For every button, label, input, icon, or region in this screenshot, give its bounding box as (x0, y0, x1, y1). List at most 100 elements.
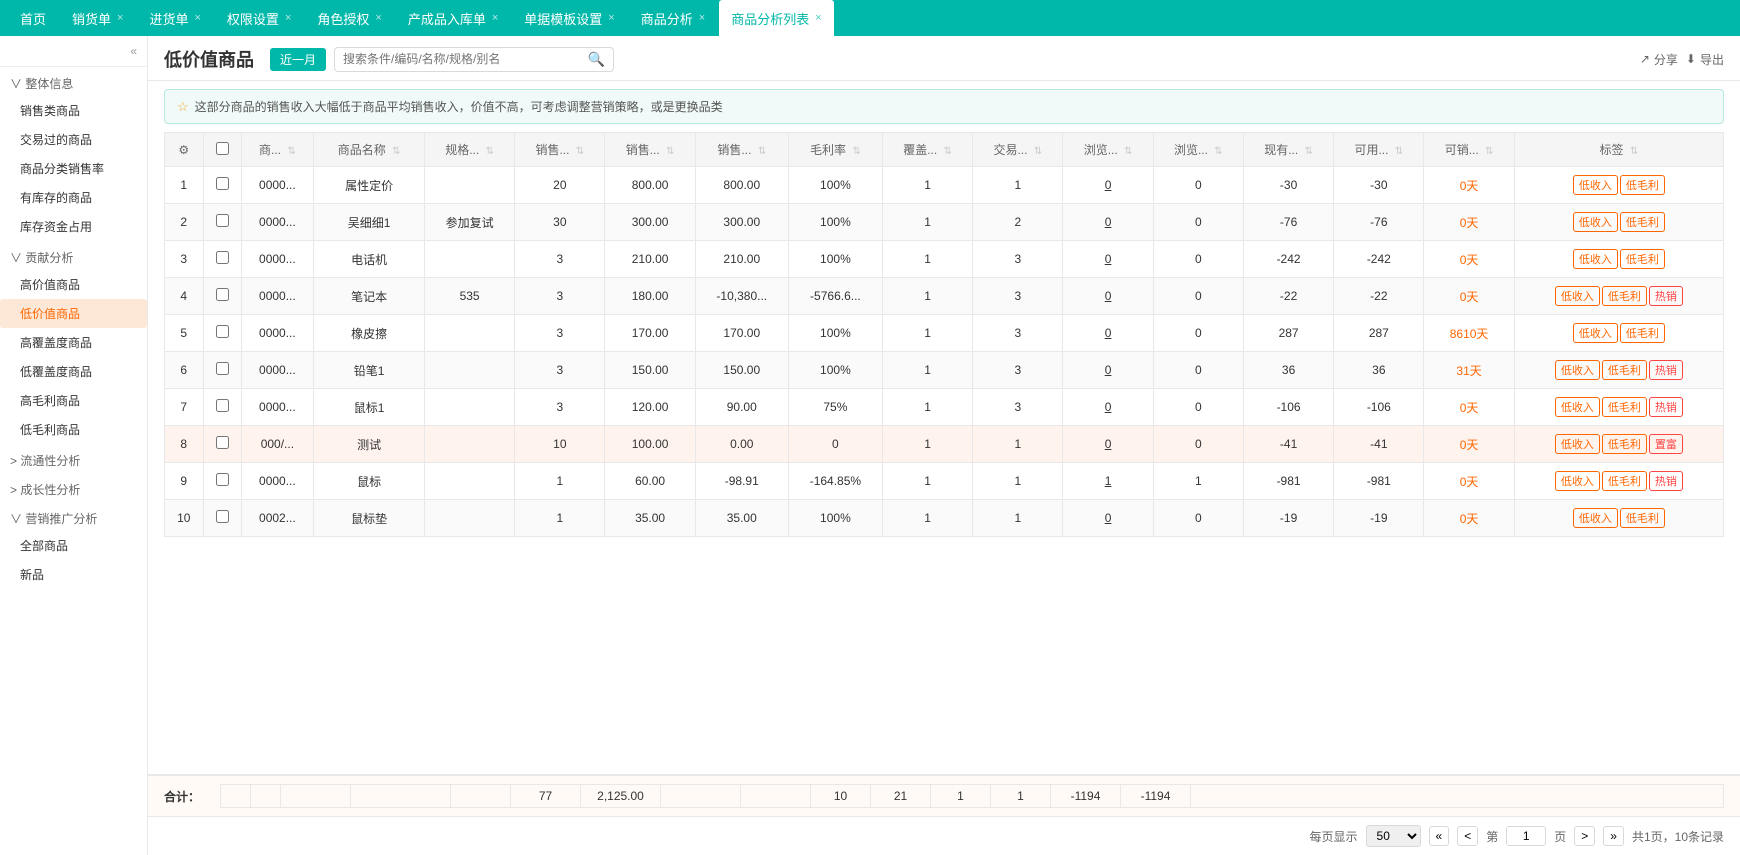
sidebar-item-stock-capital[interactable]: 库存资金占用 (0, 212, 147, 241)
select-all-checkbox[interactable] (216, 142, 229, 155)
sidebar-item-new-products[interactable]: 新品 (0, 560, 147, 589)
close-icon[interactable]: × (285, 12, 291, 24)
row-select-checkbox[interactable] (216, 251, 229, 264)
col-trade[interactable]: 交易... ⇅ (973, 133, 1063, 167)
close-icon[interactable]: × (375, 12, 381, 24)
row-select-checkbox[interactable] (216, 510, 229, 523)
col-stock[interactable]: 现有... ⇅ (1243, 133, 1333, 167)
row-checkbox[interactable] (203, 389, 241, 426)
row-select-checkbox[interactable] (216, 177, 229, 190)
page-size-select[interactable]: 50 100 200 (1366, 825, 1421, 847)
nav-product-analysis-list[interactable]: 商品分析列表 × (719, 0, 833, 36)
browse-count[interactable]: 1 (1063, 463, 1153, 500)
sidebar-item-low-value[interactable]: 低价值商品 (0, 299, 147, 328)
col-margin[interactable]: 毛利率 ⇅ (788, 133, 882, 167)
row-select-checkbox[interactable] (216, 214, 229, 227)
search-input[interactable] (343, 52, 584, 66)
close-icon[interactable]: × (699, 12, 705, 24)
row-select-checkbox[interactable] (216, 288, 229, 301)
sidebar-item-category-sales-rate[interactable]: 商品分类销售率 (0, 154, 147, 183)
sidebar-group-flow[interactable]: > 流通性分析 (0, 444, 147, 473)
prev-page-button[interactable]: < (1457, 826, 1478, 846)
browse-count[interactable]: 0 (1063, 241, 1153, 278)
col-available[interactable]: 可用... ⇅ (1334, 133, 1424, 167)
sidebar-group-contribution[interactable]: ∨ 贡献分析 (0, 241, 147, 270)
browse-count[interactable]: 0 (1063, 204, 1153, 241)
sidebar-item-all-products[interactable]: 全部商品 (0, 531, 147, 560)
sidebar-item-high-margin[interactable]: 高毛利商品 (0, 386, 147, 415)
export-button[interactable]: ⬇ 导出 (1686, 51, 1724, 68)
browse-link[interactable]: 0 (1105, 178, 1112, 192)
row-checkbox[interactable] (203, 500, 241, 537)
date-filter-button[interactable]: 近一月 (270, 48, 326, 71)
browse-link[interactable]: 0 (1105, 437, 1112, 451)
col-browse2[interactable]: 浏览... ⇅ (1153, 133, 1243, 167)
nav-permission-settings[interactable]: 权限设置 × (215, 0, 303, 36)
row-checkbox[interactable] (203, 426, 241, 463)
sidebar-item-sales-products[interactable]: 销售类商品 (0, 96, 147, 125)
row-select-checkbox[interactable] (216, 436, 229, 449)
col-code[interactable]: 商... ⇅ (241, 133, 314, 167)
row-checkbox[interactable] (203, 241, 241, 278)
browse-link[interactable]: 0 (1105, 252, 1112, 266)
browse-link[interactable]: 0 (1105, 511, 1112, 525)
sidebar-item-low-margin[interactable]: 低毛利商品 (0, 415, 147, 444)
next-page-button[interactable]: > (1574, 826, 1595, 846)
col-sellable[interactable]: 可销... ⇅ (1424, 133, 1514, 167)
browse-count[interactable]: 0 (1063, 315, 1153, 352)
nav-role-auth[interactable]: 角色授权 × (305, 0, 393, 36)
browse-count[interactable]: 0 (1063, 352, 1153, 389)
nav-product-analysis[interactable]: 商品分析 × (629, 0, 717, 36)
last-page-button[interactable]: » (1603, 826, 1624, 846)
col-coverage[interactable]: 覆盖... ⇅ (882, 133, 972, 167)
row-select-checkbox[interactable] (216, 473, 229, 486)
col-settings[interactable]: ⚙ (165, 133, 204, 167)
settings-icon[interactable]: ⚙ (178, 143, 189, 157)
sidebar-group-growth[interactable]: > 成长性分析 (0, 473, 147, 502)
browse-count[interactable]: 0 (1063, 389, 1153, 426)
nav-purchase-order[interactable]: 进货单 × (137, 0, 212, 36)
browse-link[interactable]: 0 (1105, 326, 1112, 340)
col-spec[interactable]: 规格... ⇅ (424, 133, 514, 167)
sidebar-collapse-button[interactable]: « (126, 40, 141, 62)
col-browse1[interactable]: 浏览... ⇅ (1063, 133, 1153, 167)
first-page-button[interactable]: « (1429, 826, 1450, 846)
row-checkbox[interactable] (203, 315, 241, 352)
nav-sales-order[interactable]: 销货单 × (60, 0, 135, 36)
col-tag[interactable]: 标签 ⇅ (1514, 133, 1723, 167)
page-number-input[interactable] (1506, 826, 1546, 846)
col-name[interactable]: 商品名称 ⇅ (314, 133, 425, 167)
row-select-checkbox[interactable] (216, 399, 229, 412)
sidebar-group-overview[interactable]: ∨ 整体信息 (0, 67, 147, 96)
row-select-checkbox[interactable] (216, 325, 229, 338)
row-checkbox[interactable] (203, 167, 241, 204)
row-select-checkbox[interactable] (216, 362, 229, 375)
nav-product-warehouse[interactable]: 产成品入库单 × (396, 0, 510, 36)
col-sales1[interactable]: 销售... ⇅ (515, 133, 605, 167)
nav-home[interactable]: 首页 (8, 0, 58, 36)
browse-count[interactable]: 0 (1063, 167, 1153, 204)
sidebar-item-high-coverage[interactable]: 高覆盖度商品 (0, 328, 147, 357)
sidebar-item-stocked-products[interactable]: 有库存的商品 (0, 183, 147, 212)
browse-count[interactable]: 0 (1063, 426, 1153, 463)
browse-link[interactable]: 0 (1105, 363, 1112, 377)
browse-link[interactable]: 0 (1105, 400, 1112, 414)
close-icon[interactable]: × (815, 12, 821, 24)
browse-link[interactable]: 0 (1105, 215, 1112, 229)
col-sales2[interactable]: 销售... ⇅ (605, 133, 695, 167)
browse-count[interactable]: 0 (1063, 500, 1153, 537)
col-checkbox[interactable] (203, 133, 241, 167)
nav-template-settings[interactable]: 单据模板设置 × (512, 0, 626, 36)
row-checkbox[interactable] (203, 278, 241, 315)
row-checkbox[interactable] (203, 463, 241, 500)
close-icon[interactable]: × (492, 12, 498, 24)
col-sales3[interactable]: 销售... ⇅ (695, 133, 788, 167)
sidebar-group-marketing[interactable]: ∨ 营销推广分析 (0, 502, 147, 531)
browse-link[interactable]: 0 (1105, 289, 1112, 303)
sidebar-item-low-coverage[interactable]: 低覆盖度商品 (0, 357, 147, 386)
close-icon[interactable]: × (117, 12, 123, 24)
row-checkbox[interactable] (203, 352, 241, 389)
close-icon[interactable]: × (608, 12, 614, 24)
share-button[interactable]: ↗ 分享 (1640, 51, 1678, 68)
sidebar-item-high-value[interactable]: 高价值商品 (0, 270, 147, 299)
